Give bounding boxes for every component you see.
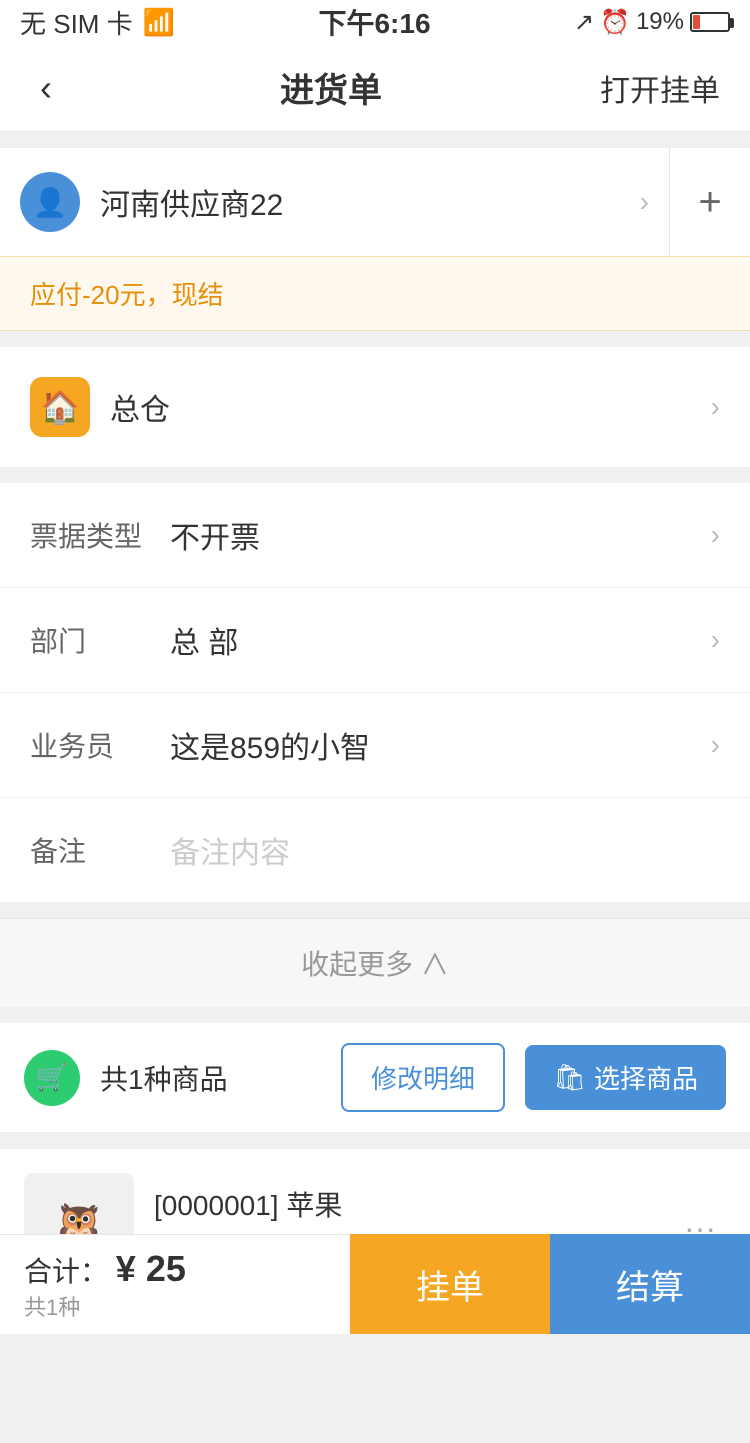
warehouse-section: 🏠 总仓 › [0, 347, 750, 467]
warehouse-icon-bg: 🏠 [30, 377, 90, 437]
product-name: [0000001] 苹果 [154, 1184, 654, 1224]
remark-placeholder: 备注内容 [170, 828, 720, 872]
invoice-type-label: 票据类型 [30, 515, 170, 555]
supplier-avatar: 👤 [20, 172, 80, 232]
supplier-section: 👤 河南供应商22 › + [0, 148, 750, 256]
product-code: [0000001] [154, 1190, 279, 1221]
battery-percent: 19% [636, 8, 684, 36]
battery-icon [690, 12, 730, 32]
avatar-icon: 👤 [33, 186, 68, 219]
bottom-bar: 合计： ¥ 25 共1种 挂单 结算 [0, 1234, 750, 1334]
salesperson-value: 这是859的小智 [170, 723, 701, 767]
alarm-icon: ⏰ [600, 8, 630, 37]
remark-label: 备注 [30, 830, 170, 870]
salesperson-row[interactable]: 业务员 这是859的小智 › [0, 693, 750, 798]
select-label: 选择商品 [594, 1059, 698, 1096]
open-hang-button[interactable]: 打开挂单 [600, 66, 720, 110]
product-header-section: 🛒 共1种商品 修改明细 🛍 选择商品 [0, 1023, 750, 1133]
supplier-add-button[interactable]: + [670, 148, 750, 256]
page-title: 进货单 [280, 63, 382, 112]
invoice-type-row[interactable]: 票据类型 不开票 › [0, 483, 750, 588]
warehouse-chevron-icon: › [711, 391, 720, 423]
department-value: 总 部 [170, 618, 701, 662]
select-icon: 🛍 [553, 1062, 586, 1093]
status-time: 下午6:16 [318, 2, 430, 42]
supplier-row[interactable]: 👤 河南供应商22 › [0, 148, 670, 256]
warehouse-icon: 🏠 [40, 388, 80, 426]
total-sub: 共1种 [24, 1290, 326, 1322]
salesperson-chevron-icon: › [711, 729, 720, 761]
location-icon: ↗ [574, 8, 594, 37]
department-label: 部门 [30, 620, 170, 660]
nav-bar: ‹ 进货单 打开挂单 [0, 44, 750, 132]
supplier-chevron-icon: › [640, 186, 649, 218]
invoice-type-value: 不开票 [170, 513, 701, 557]
salesperson-label: 业务员 [30, 725, 170, 765]
hang-button[interactable]: 挂单 [350, 1234, 550, 1334]
form-section: 票据类型 不开票 › 部门 总 部 › 业务员 这是859的小智 › 备注 备注… [0, 483, 750, 902]
total-amount: ¥ 25 [116, 1248, 186, 1289]
status-right: ↗ ⏰ 19% [574, 8, 730, 37]
status-left: 无 SIM 卡 📶 [20, 4, 175, 41]
sim-status: 无 SIM 卡 [20, 4, 133, 41]
remark-row[interactable]: 备注 备注内容 [0, 798, 750, 902]
total-label: 合计： ¥ 25 [24, 1248, 326, 1290]
checkout-button[interactable]: 结算 [550, 1234, 750, 1334]
product-header: 🛒 共1种商品 修改明细 🛍 选择商品 [0, 1023, 750, 1133]
select-product-button[interactable]: 🛍 选择商品 [525, 1045, 726, 1110]
credit-note: 应付-20元，现结 [0, 256, 750, 331]
product-name-val: 苹果 [286, 1190, 342, 1221]
department-chevron-icon: › [711, 624, 720, 656]
wifi-icon: 📶 [143, 7, 175, 38]
status-bar: 无 SIM 卡 📶 下午6:16 ↗ ⏰ 19% [0, 0, 750, 44]
supplier-name: 河南供应商22 [100, 180, 630, 224]
product-count-label: 共1种商品 [100, 1058, 321, 1098]
product-icon: 🛒 [24, 1050, 80, 1106]
modify-detail-button[interactable]: 修改明细 [341, 1043, 505, 1112]
cart-icon: 🛒 [36, 1062, 68, 1093]
warehouse-row[interactable]: 🏠 总仓 › [0, 347, 750, 467]
invoice-type-chevron-icon: › [711, 519, 720, 551]
back-button[interactable]: ‹ [30, 57, 62, 119]
department-row[interactable]: 部门 总 部 › [0, 588, 750, 693]
total-section: 合计： ¥ 25 共1种 [0, 1234, 350, 1334]
collapse-bar[interactable]: 收起更多 ∧ [0, 918, 750, 1007]
warehouse-name: 总仓 [110, 385, 701, 429]
